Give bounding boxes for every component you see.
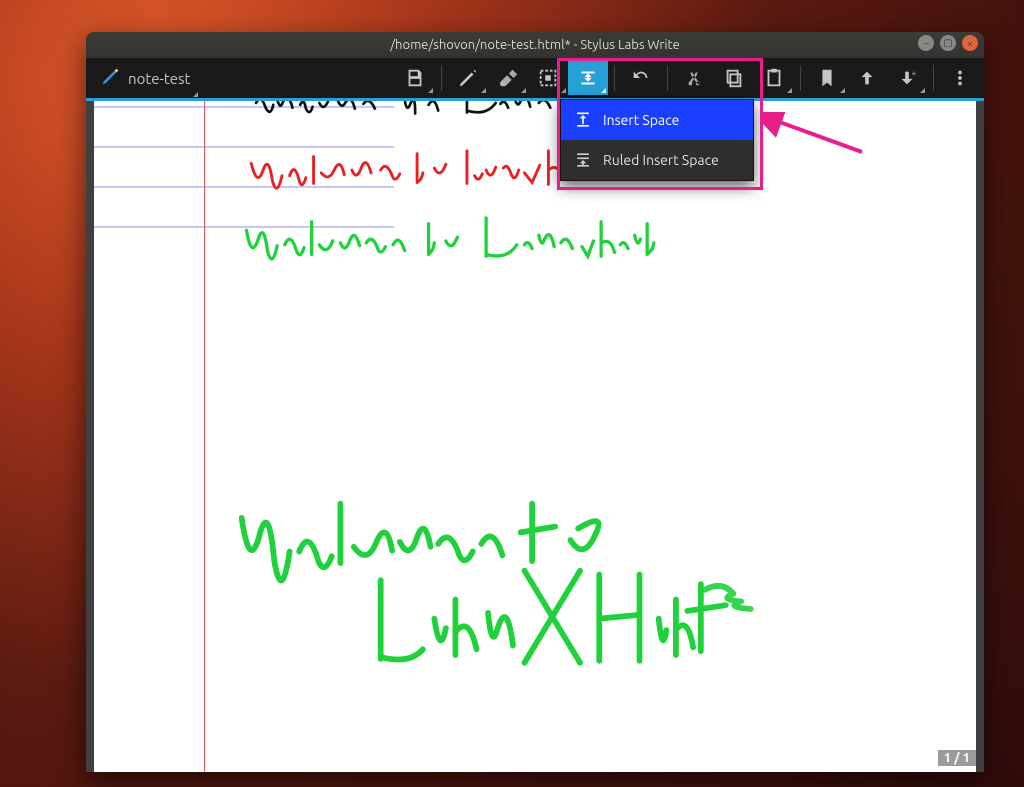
undo-button[interactable] <box>621 61 661 95</box>
arrow-down-plus-icon: + <box>896 67 918 89</box>
ruled-insert-space-icon <box>573 150 593 170</box>
maximize-button[interactable]: ▢ <box>940 35 956 51</box>
minimize-button[interactable]: – <box>918 35 934 51</box>
separator <box>667 65 668 91</box>
arrow-up-icon <box>856 67 878 89</box>
insert-space-icon <box>573 110 593 130</box>
save-button[interactable] <box>395 61 435 95</box>
cut-button[interactable] <box>674 61 714 95</box>
svg-text:+: + <box>912 68 917 78</box>
clipboard-icon <box>763 67 785 89</box>
window-controls: – ▢ × <box>918 35 978 51</box>
save-icon <box>404 67 426 89</box>
canvas-area[interactable]: 1 / 1 <box>86 101 984 772</box>
desktop-background: /home/shovon/note-test.html* - Stylus La… <box>0 0 1024 787</box>
selection-button[interactable] <box>528 61 568 95</box>
pen-icon <box>100 65 122 91</box>
pen-tool-button[interactable] <box>448 61 488 95</box>
eraser-button[interactable] <box>488 61 528 95</box>
document-tab-label: note-test <box>128 70 190 87</box>
window-title: /home/shovon/note-test.html* - Stylus La… <box>390 38 680 52</box>
toolbar: note-test <box>86 58 984 101</box>
separator <box>614 65 615 91</box>
pencil-icon <box>457 67 479 89</box>
document-tab[interactable]: note-test <box>90 57 200 99</box>
overflow-menu-button[interactable] <box>940 61 980 95</box>
insert-space-dropdown: Insert Space Ruled Insert Space <box>560 99 754 181</box>
selection-icon <box>537 67 559 89</box>
cut-icon <box>683 67 705 89</box>
page-indicator: 1 / 1 <box>938 750 976 766</box>
separator <box>933 65 934 91</box>
kebab-icon <box>949 67 971 89</box>
undo-icon <box>630 67 652 89</box>
app-window: /home/shovon/note-test.html* - Stylus La… <box>86 32 984 772</box>
copy-button[interactable] <box>714 61 754 95</box>
close-button[interactable]: × <box>962 35 978 51</box>
titlebar[interactable]: /home/shovon/note-test.html* - Stylus La… <box>86 32 984 58</box>
separator <box>441 65 442 91</box>
eraser-icon <box>497 67 519 89</box>
menu-item-label: Insert Space <box>603 112 679 128</box>
prev-page-button[interactable] <box>847 61 887 95</box>
paste-button[interactable] <box>754 61 794 95</box>
handwriting-ink <box>94 101 976 772</box>
separator <box>800 65 801 91</box>
insert-space-icon <box>577 67 599 89</box>
bookmark-button[interactable] <box>807 61 847 95</box>
menu-item-label: Ruled Insert Space <box>603 152 719 168</box>
copy-icon <box>723 67 745 89</box>
menu-item-ruled-insert-space[interactable]: Ruled Insert Space <box>561 140 753 180</box>
bookmark-icon <box>816 67 838 89</box>
paper[interactable] <box>94 101 976 772</box>
next-page-button[interactable]: + <box>887 61 927 95</box>
insert-space-button[interactable] <box>568 61 608 95</box>
menu-item-insert-space[interactable]: Insert Space <box>561 100 753 140</box>
